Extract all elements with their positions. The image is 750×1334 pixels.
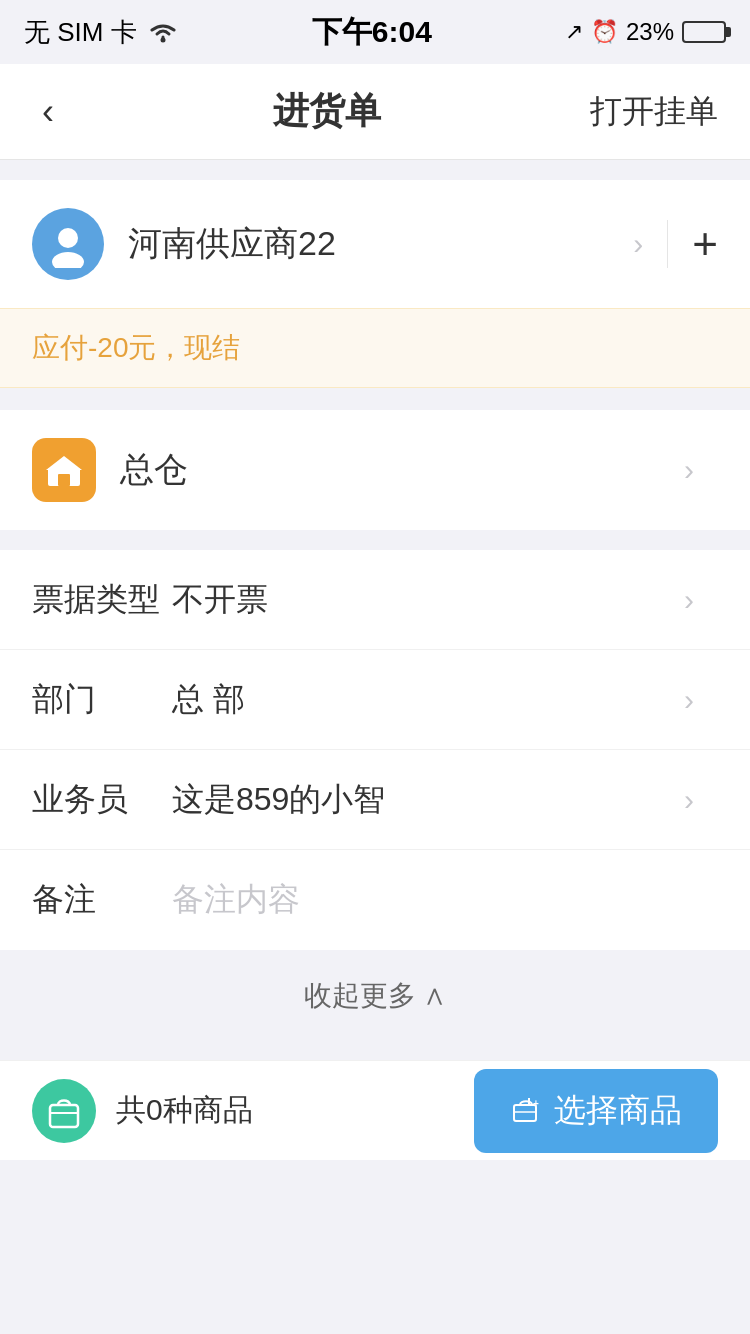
select-product-label: 选择商品 [554, 1089, 682, 1133]
status-bar: 无 SIM 卡 下午6:04 ↗ ⏰ 23% [0, 0, 750, 64]
carrier-label: 无 SIM 卡 [24, 15, 137, 50]
svg-point-0 [160, 38, 165, 43]
salesman-row[interactable]: 业务员 这是859的小智 › [0, 750, 750, 850]
section-divider-1 [0, 390, 750, 410]
supplier-avatar [32, 208, 104, 280]
product-bag-icon [44, 1091, 84, 1131]
open-pending-button[interactable]: 打开挂单 [590, 90, 718, 134]
product-count-label: 共0种商品 [116, 1090, 474, 1131]
salesman-value: 这是859的小智 [172, 778, 684, 822]
bottom-bar: 共0种商品 + 选择商品 [0, 1060, 750, 1160]
notice-text: 应付-20元，现结 [32, 332, 240, 363]
alarm-icon: ⏰ [591, 19, 618, 45]
warehouse-row[interactable]: 总仓 › [0, 410, 750, 530]
nav-bar: ‹ 进货单 打开挂单 [0, 64, 750, 160]
person-icon [44, 220, 92, 268]
time-label: 下午6:04 [312, 12, 432, 53]
wifi-icon [147, 21, 179, 43]
invoice-value: 不开票 [172, 578, 684, 622]
warehouse-icon [44, 450, 84, 490]
supplier-row[interactable]: 河南供应商22 › + [0, 180, 750, 308]
form-section: 票据类型 不开票 › 部门 总 部 › 业务员 这是859的小智 › 备注 备注… [0, 550, 750, 950]
svg-point-1 [58, 228, 78, 248]
salesman-chevron-icon: › [684, 783, 694, 817]
remark-label: 备注 [32, 878, 172, 922]
warehouse-chevron-icon: › [684, 453, 694, 487]
salesman-label: 业务员 [32, 778, 172, 822]
department-row[interactable]: 部门 总 部 › [0, 650, 750, 750]
department-chevron-icon: › [684, 683, 694, 717]
select-product-button[interactable]: + 选择商品 [474, 1069, 718, 1153]
svg-point-2 [52, 252, 84, 268]
location-icon: ↗ [565, 19, 583, 45]
collapse-label: 收起更多 ∧ [304, 977, 447, 1015]
cart-icon: + [510, 1095, 542, 1127]
warehouse-icon-container [32, 438, 96, 502]
notice-banner: 应付-20元，现结 [0, 308, 750, 388]
chevron-right-icon: › [633, 227, 643, 261]
supplier-card: 河南供应商22 › + 应付-20元，现结 [0, 180, 750, 388]
svg-rect-5 [58, 474, 70, 486]
battery-label: 23% [626, 18, 674, 46]
vertical-divider [667, 220, 668, 268]
svg-rect-6 [50, 1105, 78, 1127]
svg-marker-4 [46, 456, 82, 470]
battery-icon [682, 21, 726, 43]
remark-row[interactable]: 备注 备注内容 [0, 850, 750, 950]
svg-text:+: + [533, 1098, 539, 1109]
section-gap-1 [0, 160, 750, 180]
invoice-chevron-icon: › [684, 583, 694, 617]
nav-title: 进货单 [273, 87, 381, 136]
collapse-row[interactable]: 收起更多 ∧ [0, 952, 750, 1040]
invoice-row[interactable]: 票据类型 不开票 › [0, 550, 750, 650]
background-area [0, 1160, 750, 1334]
remark-placeholder: 备注内容 [172, 878, 718, 922]
department-label: 部门 [32, 678, 172, 722]
supplier-name: 河南供应商22 [128, 221, 633, 267]
department-value: 总 部 [172, 678, 684, 722]
warehouse-name: 总仓 [120, 447, 684, 493]
status-left: 无 SIM 卡 [24, 15, 179, 50]
status-right: ↗ ⏰ 23% [565, 18, 726, 46]
product-icon-container [32, 1079, 96, 1143]
invoice-label: 票据类型 [32, 578, 172, 622]
add-supplier-button[interactable]: + [692, 222, 718, 266]
back-button[interactable]: ‹ [32, 81, 64, 143]
